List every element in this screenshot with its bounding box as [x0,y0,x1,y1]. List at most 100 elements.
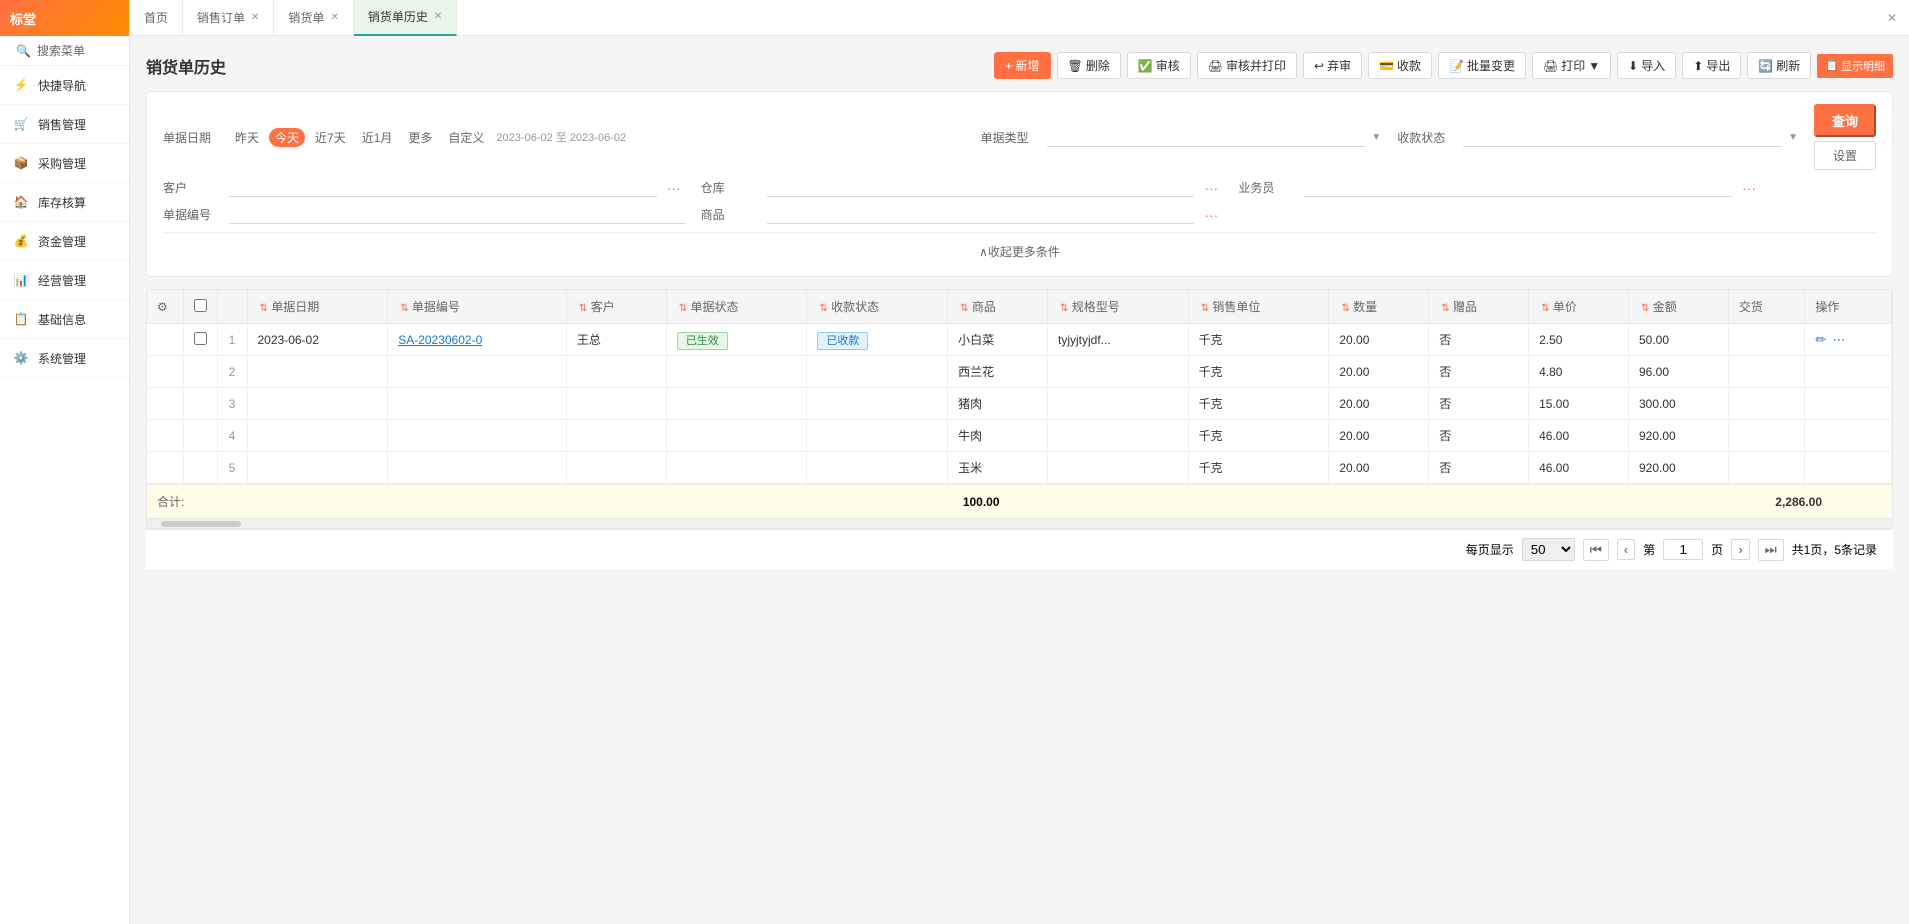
date-btn-7days[interactable]: 近7天 [309,128,352,147]
display-detail-button[interactable]: 📋 显示明细 [1817,54,1893,78]
row-checkbox-cell[interactable] [183,420,217,452]
sidebar-item-quick-nav[interactable]: ⚡ 快捷导航 [0,66,129,105]
print-button[interactable]: 🖨 打印 ▼ [1532,52,1611,79]
row-goods: 牛肉 [948,420,1048,452]
row-doc-status [666,420,807,452]
tab-close-icon[interactable]: ✕ [330,12,338,23]
doc-type-dropdown-icon[interactable]: ▼ [1371,132,1381,143]
collect-button[interactable]: 💳 收款 [1368,52,1432,79]
col-customer-header[interactable]: ⇅ 客户 [566,290,666,324]
sidebar-item-purchase-mgmt[interactable]: 📦 采购管理 [0,144,129,183]
query-button[interactable]: 查询 [1814,104,1876,137]
batch-change-button[interactable]: 📝 批量变更 [1438,52,1526,79]
prev-page-button[interactable]: ‹ [1617,539,1635,560]
row-doc-no[interactable] [388,420,567,452]
col-goods-header[interactable]: ⇅ 商品 [948,290,1048,324]
tab-close-all[interactable]: ✕ [1875,11,1909,25]
warehouse-dots-button[interactable]: ··· [1200,180,1222,196]
tab-sales-goods[interactable]: 销货单 ✕ [274,0,353,36]
goods-dots-button[interactable]: ··· [1200,207,1222,223]
row-date [247,388,388,420]
customer-input[interactable] [229,178,657,197]
col-gift-header[interactable]: ⇅ 赠品 [1429,290,1529,324]
col-docno-header[interactable]: ⇅ 单据编号 [388,290,567,324]
row-doc-no[interactable]: SA-20230602-0 [388,324,567,356]
edit-icon[interactable]: ✏ [1815,332,1826,348]
sort-icon: ⇅ [1541,303,1549,314]
next-page-button[interactable]: › [1731,539,1749,560]
row-checkbox-cell[interactable] [183,452,217,484]
row-checkbox-cell[interactable] [183,388,217,420]
warehouse-input[interactable] [767,178,1195,197]
first-page-button[interactable]: ⏮ [1583,539,1609,561]
select-all-checkbox[interactable] [194,299,207,312]
row-date [247,420,388,452]
col-collectstatus-header[interactable]: ⇅ 收款状态 [807,290,948,324]
col-date-header[interactable]: ⇅ 单据日期 [247,290,388,324]
export-button[interactable]: ⬆ 导出 [1682,52,1741,79]
collect-status-dropdown-icon[interactable]: ▼ [1788,132,1798,143]
row-customer: 王总 [566,324,666,356]
more-action-icon[interactable]: ⋯ [1832,332,1845,348]
col-qty-header[interactable]: ⇅ 数量 [1329,290,1429,324]
sidebar-item-operations[interactable]: 📊 经营管理 [0,261,129,300]
sidebar-item-finance[interactable]: 💰 资金管理 [0,222,129,261]
col-unitprice-header[interactable]: ⇅ 单价 [1529,290,1629,324]
tab-sales-history[interactable]: 销货单历史 ✕ [354,0,457,36]
date-btn-1month[interactable]: 近1月 [356,128,399,147]
collapse-button[interactable]: ∧ 收起更多条件 [163,239,1876,264]
settings-gear-header[interactable]: ⚙ [147,290,183,324]
audit-print-button[interactable]: 🖨 审核并打印 [1197,52,1297,79]
date-btn-more[interactable]: 更多 [402,128,438,147]
collect-status-input[interactable] [1463,128,1782,147]
col-spec-header[interactable]: ⇅ 规格型号 [1047,290,1188,324]
row-checkbox-cell[interactable] [183,356,217,388]
staff-input[interactable] [1304,178,1732,197]
audit-button[interactable]: ✅ 审核 [1127,52,1191,79]
checkbox-header[interactable] [183,290,217,324]
tab-close-icon[interactable]: ✕ [251,12,259,23]
date-btn-custom[interactable]: 自定义 [442,128,490,147]
collapse-up-icon: ∧ [979,245,988,259]
tab-home[interactable]: 首页 [130,0,183,36]
col-docstatus-header[interactable]: ⇅ 单据状态 [666,290,807,324]
sidebar-item-sales-mgmt[interactable]: 🛒 销售管理 [0,105,129,144]
sidebar-item-sys-mgmt[interactable]: ⚙️ 系统管理 [0,339,129,378]
scroll-thumb[interactable] [161,521,241,527]
sidebar-search-menu[interactable]: 🔍 搜索菜单 [0,36,129,66]
date-btn-yesterday[interactable]: 昨天 [229,128,265,147]
last-page-button[interactable]: ⏭ [1758,539,1784,561]
sidebar-item-basic-info[interactable]: 📋 基础信息 [0,300,129,339]
tab-sales-order[interactable]: 销售订单 ✕ [183,0,274,36]
row-checkbox[interactable] [194,332,207,345]
tab-close-icon[interactable]: ✕ [434,11,442,22]
tab-label: 首页 [144,9,168,26]
goods-input[interactable] [767,205,1195,224]
row-doc-no[interactable] [388,356,567,388]
row-doc-no[interactable] [388,452,567,484]
doc-no-link[interactable]: SA-20230602-0 [398,333,482,347]
row-doc-no[interactable] [388,388,567,420]
filter-staff: 业务员 ··· [1238,178,1760,197]
row-checkbox-cell[interactable] [183,324,217,356]
customer-dots-button[interactable]: ··· [663,180,685,196]
sidebar-item-inventory[interactable]: 🏠 库存核算 [0,183,129,222]
import-button[interactable]: ⬇ 导入 [1617,52,1676,79]
sort-icon: ⇅ [960,303,968,314]
abandon-button[interactable]: ↩ 弃审 [1303,52,1362,79]
col-amount-header[interactable]: ⇅ 金额 [1628,290,1728,324]
delete-button[interactable]: 🗑 删除 [1057,52,1121,79]
doc-no-input[interactable] [229,205,685,224]
col-unit-header[interactable]: ⇅ 销售单位 [1188,290,1329,324]
page-number-input[interactable] [1663,539,1703,560]
doc-type-input[interactable] [1047,128,1366,147]
add-button[interactable]: + 新增 [994,52,1050,79]
refresh-button[interactable]: 🔄 刷新 [1747,52,1811,79]
goods-label: 商品 [701,206,761,223]
date-btn-today[interactable]: 今天 [269,128,305,147]
filter-settings-button[interactable]: 设置 [1814,141,1876,170]
page-size-select[interactable]: 50 100 200 [1522,538,1575,561]
import-label: 导入 [1641,57,1665,74]
staff-dots-button[interactable]: ··· [1738,180,1760,196]
horizontal-scrollbar[interactable] [147,518,1892,528]
